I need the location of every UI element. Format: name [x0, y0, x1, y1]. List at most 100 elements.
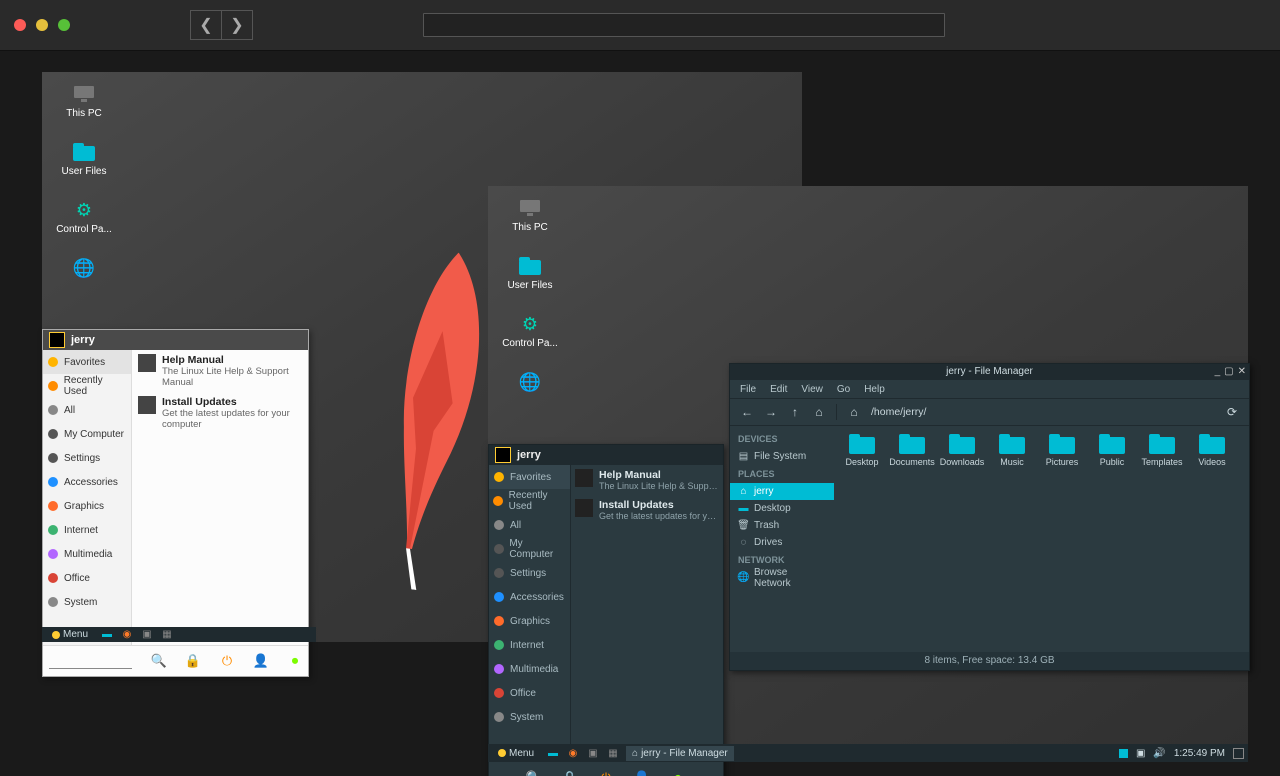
home-button[interactable]: ⌂ — [812, 405, 826, 419]
search-icon[interactable]: 🔍 — [527, 771, 541, 776]
maximize-button[interactable]: ▢ — [1224, 364, 1233, 380]
desktop-icon-this-pc[interactable]: This PC — [54, 84, 114, 119]
lock-icon[interactable]: 🔒 — [563, 771, 577, 776]
category-item-accessories[interactable]: Accessories — [43, 470, 131, 494]
pinned-terminal-icon[interactable]: ▣ — [140, 628, 154, 642]
menu-file[interactable]: File — [740, 384, 756, 395]
category-item-settings[interactable]: Settings — [489, 561, 570, 585]
show-desktop-button[interactable] — [1233, 748, 1244, 759]
power-icon[interactable]: ⏺ — [288, 654, 302, 668]
category-item-graphics[interactable]: Graphics — [43, 494, 131, 518]
forward-button[interactable]: ❯ — [222, 11, 252, 39]
app-item[interactable]: Install UpdatesGet the latest updates fo… — [132, 392, 308, 434]
desktop-icon-control-panel[interactable]: ⚙ Control Pa... — [500, 314, 560, 349]
category-item-system[interactable]: System — [43, 590, 131, 614]
user-icon[interactable]: 👤 — [254, 654, 268, 668]
user-icon[interactable]: 👤 — [635, 771, 649, 776]
window-titlebar[interactable]: jerry - File Manager _ ▢ ✕ — [730, 364, 1249, 380]
desktop-icon-app[interactable]: 🌐 — [500, 372, 560, 396]
folder-templates[interactable]: Templates — [1138, 434, 1186, 467]
maximize-window-dot[interactable] — [58, 19, 70, 31]
logout-icon[interactable]: ⏻ — [599, 771, 613, 776]
category-item-favorites[interactable]: Favorites — [489, 465, 570, 489]
sidebar-item-desktop[interactable]: ▬Desktop — [730, 500, 834, 517]
pinned-app-icon[interactable]: ▦ — [160, 628, 174, 642]
desktop-icon-control-panel[interactable]: ⚙ Control Pa... — [54, 200, 114, 235]
app-item[interactable]: Help ManualThe Linux Lite Help & Support… — [132, 350, 308, 392]
menu-go[interactable]: Go — [837, 384, 850, 395]
category-item-recently-used[interactable]: Recently Used — [489, 489, 570, 513]
category-item-system[interactable]: System — [489, 705, 570, 729]
category-item-office[interactable]: Office — [43, 566, 131, 590]
pinned-firefox-icon[interactable]: ◉ — [120, 628, 134, 642]
pinned-firefox-icon[interactable]: ◉ — [566, 746, 580, 760]
app-item[interactable]: Help ManualThe Linux Lite Help & Support… — [571, 465, 723, 495]
category-item-internet[interactable]: Internet — [489, 633, 570, 657]
start-button[interactable]: Menu — [492, 746, 540, 761]
sidebar-item-filesystem[interactable]: ▤File System — [730, 448, 834, 465]
pinned-app-icon[interactable]: ▦ — [606, 746, 620, 760]
category-item-graphics[interactable]: Graphics — [489, 609, 570, 633]
category-item-multimedia[interactable]: Multimedia — [43, 542, 131, 566]
power-icon[interactable]: ⏺ — [671, 771, 685, 776]
menu-help[interactable]: Help — [864, 384, 885, 395]
back-button[interactable]: ← — [740, 405, 754, 419]
refresh-button[interactable]: ⟳ — [1225, 405, 1239, 419]
minimize-window-dot[interactable] — [36, 19, 48, 31]
category-item-my-computer[interactable]: My Computer — [489, 537, 570, 561]
start-button[interactable]: Menu — [46, 627, 94, 642]
up-button[interactable]: ↑ — [788, 405, 802, 419]
folder-pictures[interactable]: Pictures — [1038, 434, 1086, 467]
desktop-icon-app[interactable]: 🌐 — [54, 258, 114, 282]
close-button[interactable]: ✕ — [1238, 364, 1246, 380]
category-item-my-computer[interactable]: My Computer — [43, 422, 131, 446]
pinned-files-icon[interactable]: ▬ — [100, 628, 114, 642]
folder-desktop[interactable]: Desktop — [838, 434, 886, 467]
sidebar-item-home[interactable]: ⌂jerry — [730, 483, 834, 500]
taskbar-task-button[interactable]: ⌂jerry - File Manager — [626, 746, 734, 761]
folder-videos[interactable]: Videos — [1188, 434, 1236, 467]
folder-music[interactable]: Music — [988, 434, 1036, 467]
home-path-icon[interactable]: ⌂ — [847, 405, 861, 419]
category-item-recently-used[interactable]: Recently Used — [43, 374, 131, 398]
file-manager-contents[interactable]: DesktopDocumentsDownloadsMusicPicturesPu… — [834, 426, 1249, 652]
category-item-favorites[interactable]: Favorites — [43, 350, 131, 374]
app-item[interactable]: Install UpdatesGet the latest updates fo… — [571, 495, 723, 525]
sidebar-item-drives[interactable]: ◌Drives — [730, 534, 834, 551]
folder-public[interactable]: Public — [1088, 434, 1136, 467]
category-item-office[interactable]: Office — [489, 681, 570, 705]
folder-icon — [72, 142, 96, 162]
desktop-icon-user-files[interactable]: User Files — [54, 142, 114, 177]
category-icon — [493, 591, 505, 603]
tray-volume-icon[interactable]: 🔊 — [1153, 748, 1165, 759]
category-item-accessories[interactable]: Accessories — [489, 585, 570, 609]
start-menu-search-input[interactable] — [49, 654, 132, 669]
search-icon[interactable]: 🔍 — [152, 654, 166, 668]
category-item-all[interactable]: All — [489, 513, 570, 537]
path-bar[interactable]: /home/jerry/ — [871, 406, 1215, 418]
menu-edit[interactable]: Edit — [770, 384, 787, 395]
category-item-multimedia[interactable]: Multimedia — [489, 657, 570, 681]
window-title: jerry - File Manager — [946, 366, 1033, 377]
close-window-dot[interactable] — [14, 19, 26, 31]
minimize-button[interactable]: _ — [1215, 364, 1221, 380]
folder-documents[interactable]: Documents — [888, 434, 936, 467]
category-item-internet[interactable]: Internet — [43, 518, 131, 542]
category-item-all[interactable]: All — [43, 398, 131, 422]
forward-button[interactable]: → — [764, 405, 778, 419]
tray-workspace-icon[interactable] — [1119, 749, 1128, 758]
tray-bluetooth-icon[interactable]: ▣ — [1136, 748, 1145, 759]
sidebar-item-network[interactable]: 🌐Browse Network — [730, 569, 834, 586]
category-item-settings[interactable]: Settings — [43, 446, 131, 470]
tray-clock[interactable]: 1:25:49 PM — [1174, 748, 1225, 759]
pinned-terminal-icon[interactable]: ▣ — [586, 746, 600, 760]
folder-downloads[interactable]: Downloads — [938, 434, 986, 467]
logout-icon[interactable]: ⏻ — [220, 654, 234, 668]
lock-icon[interactable]: 🔒 — [186, 654, 200, 668]
pinned-files-icon[interactable]: ▬ — [546, 746, 560, 760]
address-bar[interactable] — [423, 13, 945, 37]
back-button[interactable]: ❮ — [191, 11, 222, 39]
menu-view[interactable]: View — [801, 384, 823, 395]
desktop-icon-this-pc[interactable]: This PC — [500, 198, 560, 233]
sidebar-item-trash[interactable]: 🗑Trash — [730, 517, 834, 534]
